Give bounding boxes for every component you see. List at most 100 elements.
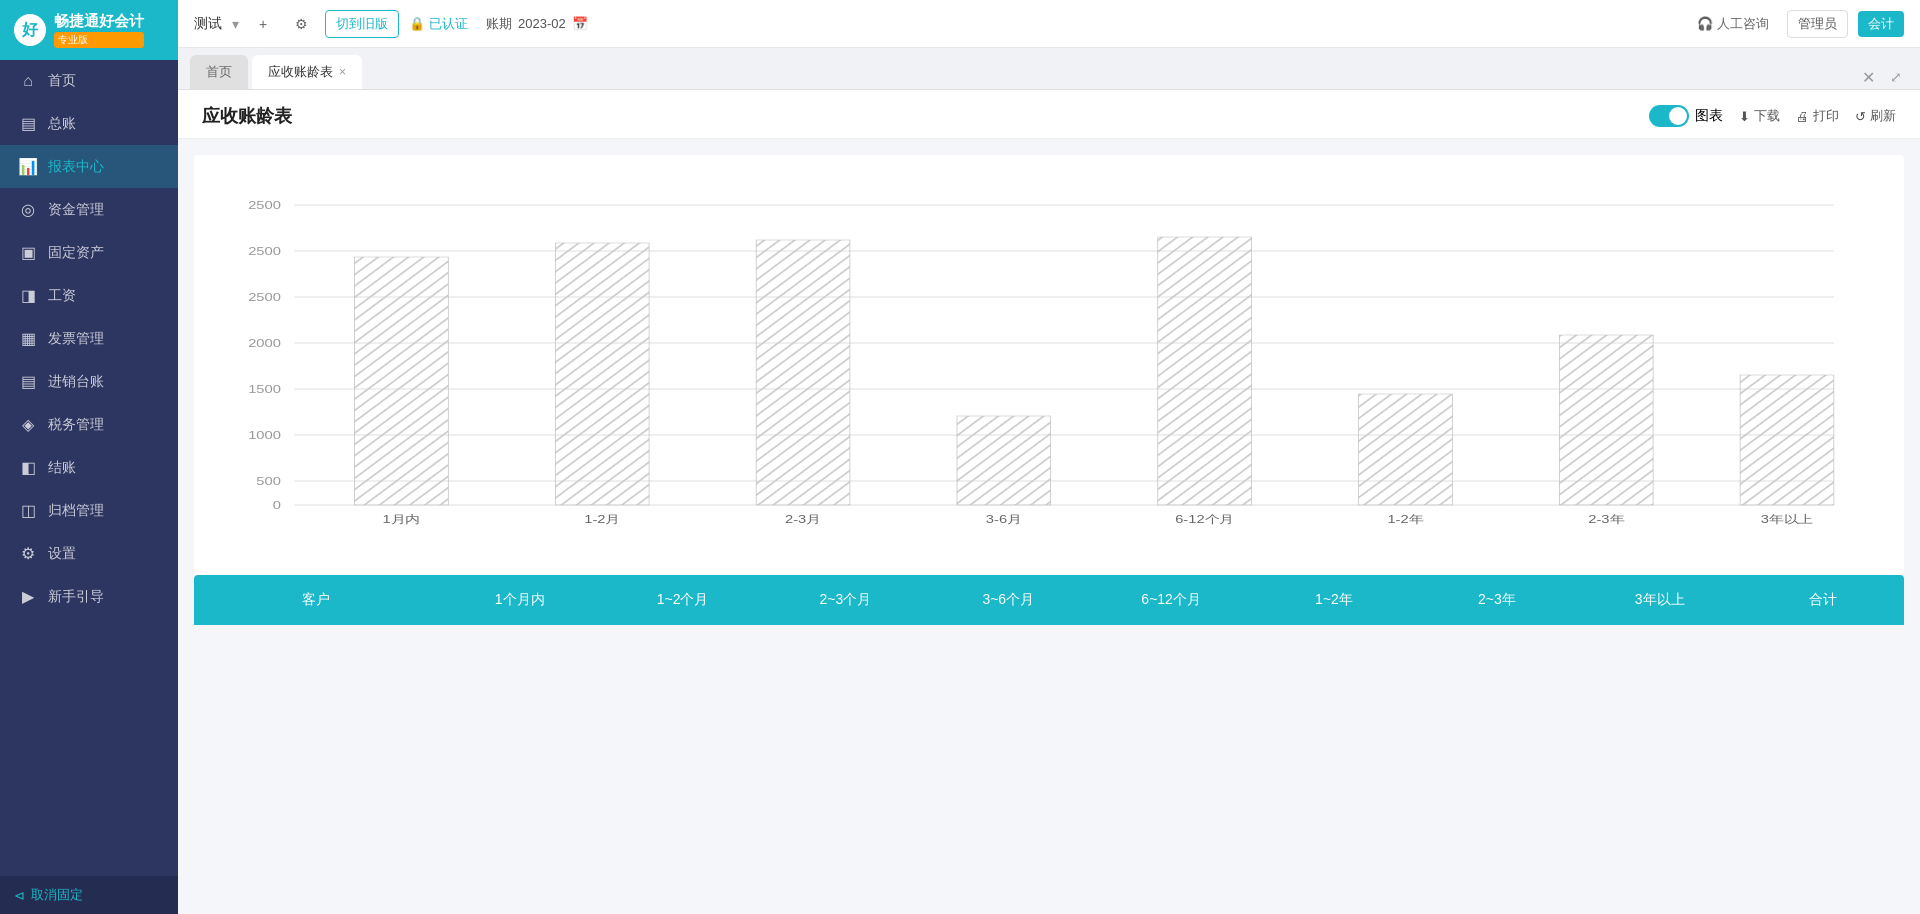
chart-toggle-label: 图表 bbox=[1695, 107, 1723, 125]
cert-label: 已认证 bbox=[429, 15, 468, 33]
user-button[interactable]: 管理员 bbox=[1787, 10, 1848, 38]
refresh-icon: ↺ bbox=[1855, 109, 1866, 124]
sidebar-item-home[interactable]: ⌂ 首页 bbox=[0, 60, 178, 102]
sidebar-nav: ⌂ 首页 ▤ 总账 📊 报表中心 ◎ 资金管理 ▣ 固定资产 ◨ 工资 ▦ 发票… bbox=[0, 60, 178, 876]
svg-text:1-2月: 1-2月 bbox=[584, 513, 620, 526]
tab-close-icon[interactable]: × bbox=[339, 65, 346, 79]
svg-text:2-3月: 2-3月 bbox=[785, 513, 821, 526]
col-1month: 1个月内 bbox=[438, 575, 601, 625]
add-button[interactable]: + bbox=[249, 10, 277, 38]
svg-text:2-3年: 2-3年 bbox=[1588, 513, 1624, 526]
col-customer: 客户 bbox=[194, 575, 438, 625]
toggle-knob bbox=[1669, 107, 1687, 125]
trade-icon: ▤ bbox=[18, 372, 38, 391]
bar-1-2年 bbox=[1359, 394, 1453, 505]
col-1-2year: 1~2年 bbox=[1253, 575, 1416, 625]
bar-3年以上 bbox=[1740, 375, 1834, 505]
payroll-icon: ◨ bbox=[18, 286, 38, 305]
tab-aging-label: 应收账龄表 bbox=[268, 63, 333, 81]
svg-text:3-6月: 3-6月 bbox=[986, 513, 1022, 526]
sidebar-item-archive[interactable]: ◫ 归档管理 bbox=[0, 489, 178, 532]
sidebar-item-guide[interactable]: ▶ 新手引导 bbox=[0, 575, 178, 618]
sidebar-item-tax[interactable]: ◈ 税务管理 bbox=[0, 403, 178, 446]
svg-text:500: 500 bbox=[256, 475, 281, 488]
chart-area: 2500 2500 2500 2000 1500 1000 500 0 bbox=[194, 155, 1904, 575]
refresh-label: 刷新 bbox=[1870, 107, 1896, 125]
sidebar-item-close[interactable]: ◧ 结账 bbox=[0, 446, 178, 489]
chart-toggle[interactable] bbox=[1649, 105, 1689, 127]
bar-6-12月 bbox=[1158, 237, 1252, 505]
svg-text:1000: 1000 bbox=[248, 429, 281, 442]
consult-button[interactable]: 🎧 人工咨询 bbox=[1697, 15, 1769, 33]
print-button[interactable]: 🖨 打印 bbox=[1796, 107, 1839, 125]
cert-badge: 🔒 已认证 bbox=[409, 15, 468, 33]
window-expand-button[interactable]: ⤢ bbox=[1884, 65, 1908, 89]
window-close-button[interactable]: ✕ bbox=[1856, 65, 1880, 89]
sidebar-item-funds[interactable]: ◎ 资金管理 bbox=[0, 188, 178, 231]
svg-text:3年以上: 3年以上 bbox=[1761, 513, 1813, 526]
print-label: 打印 bbox=[1813, 107, 1839, 125]
print-icon: 🖨 bbox=[1796, 109, 1809, 124]
tab-aging[interactable]: 应收账龄表 × bbox=[252, 55, 362, 89]
switch-version-button[interactable]: 切到旧版 bbox=[325, 10, 399, 38]
col-1-2month: 1~2个月 bbox=[601, 575, 764, 625]
topbar: 测试 ▾ + ⚙ 切到旧版 🔒 已认证 账期 2023-02 📅 🎧 人工咨询 … bbox=[178, 0, 1920, 48]
unpin-label: 取消固定 bbox=[31, 886, 83, 904]
bar-1-2月 bbox=[555, 243, 649, 505]
col-2-3year: 2~3年 bbox=[1415, 575, 1578, 625]
archive-icon: ◫ bbox=[18, 501, 38, 520]
sidebar-item-invoice[interactable]: ▦ 发票管理 bbox=[0, 317, 178, 360]
tax-icon: ◈ bbox=[18, 415, 38, 434]
svg-text:2500: 2500 bbox=[248, 199, 281, 212]
page-header: 应收账龄表 图表 ⬇ 下载 🖨 打印 ↺ 刷新 bbox=[178, 90, 1920, 139]
settings-icon: ⚙ bbox=[18, 544, 38, 563]
logo-name: 畅捷通好会计 bbox=[54, 12, 144, 30]
col-3year-plus: 3年以上 bbox=[1578, 575, 1741, 625]
sidebar-item-ledger[interactable]: ▤ 总账 bbox=[0, 102, 178, 145]
sidebar-item-assets[interactable]: ▣ 固定资产 bbox=[0, 231, 178, 274]
download-label: 下载 bbox=[1754, 107, 1780, 125]
sidebar-label-settings: 设置 bbox=[48, 545, 76, 563]
calendar-icon[interactable]: 📅 bbox=[572, 16, 588, 31]
bottom-padding bbox=[194, 625, 1904, 645]
invoice-icon: ▦ bbox=[18, 329, 38, 348]
col-2-3month: 2~3个月 bbox=[764, 575, 927, 625]
logo-text-block: 畅捷通好会计 专业版 bbox=[54, 12, 144, 48]
consult-label: 人工咨询 bbox=[1717, 15, 1769, 33]
consult-icon: 🎧 bbox=[1697, 16, 1713, 31]
tabbar: 首页 应收账龄表 × ✕ ⤢ bbox=[178, 48, 1920, 90]
main-area: 测试 ▾ + ⚙ 切到旧版 🔒 已认证 账期 2023-02 📅 🎧 人工咨询 … bbox=[178, 0, 1920, 914]
sidebar-logo: 好 畅捷通好会计 专业版 bbox=[0, 0, 178, 60]
logo-badge: 专业版 bbox=[54, 32, 144, 48]
download-icon: ⬇ bbox=[1739, 109, 1750, 124]
download-button[interactable]: ⬇ 下载 bbox=[1739, 107, 1780, 125]
reports-icon: 📊 bbox=[18, 157, 38, 176]
sidebar-label-payroll: 工资 bbox=[48, 287, 76, 305]
svg-text:1500: 1500 bbox=[248, 383, 281, 396]
col-3-6month: 3~6个月 bbox=[927, 575, 1090, 625]
company-dropdown-icon[interactable]: ▾ bbox=[232, 16, 239, 32]
topbar-settings-icon: ⚙ bbox=[295, 16, 308, 32]
tab-home[interactable]: 首页 bbox=[190, 55, 248, 89]
sidebar-item-settings[interactable]: ⚙ 设置 bbox=[0, 532, 178, 575]
cert-icon: 🔒 bbox=[409, 16, 425, 31]
sidebar-label-assets: 固定资产 bbox=[48, 244, 104, 262]
refresh-button[interactable]: ↺ 刷新 bbox=[1855, 107, 1896, 125]
add-icon: + bbox=[259, 16, 267, 32]
unpin-button[interactable]: ⊲ 取消固定 bbox=[0, 876, 178, 914]
sidebar-label-close: 结账 bbox=[48, 459, 76, 477]
sidebar-label-home: 首页 bbox=[48, 72, 76, 90]
sidebar: 好 畅捷通好会计 专业版 ⌂ 首页 ▤ 总账 📊 报表中心 ◎ 资金管理 ▣ 固… bbox=[0, 0, 178, 914]
sidebar-label-invoice: 发票管理 bbox=[48, 330, 104, 348]
table-header: 客户 1个月内 1~2个月 2~3个月 3~6个月 6~12个月 1~2年 2~… bbox=[194, 575, 1904, 625]
assets-icon: ▣ bbox=[18, 243, 38, 262]
role-button[interactable]: 会计 bbox=[1858, 11, 1904, 37]
page-actions: 图表 ⬇ 下载 🖨 打印 ↺ 刷新 bbox=[1649, 105, 1896, 127]
chart-toggle-group: 图表 bbox=[1649, 105, 1723, 127]
sidebar-item-reports[interactable]: 📊 报表中心 bbox=[0, 145, 178, 188]
svg-text:1-2年: 1-2年 bbox=[1387, 513, 1423, 526]
topbar-settings-button[interactable]: ⚙ bbox=[287, 10, 315, 38]
sidebar-item-trade[interactable]: ▤ 进销台账 bbox=[0, 360, 178, 403]
svg-text:6-12个月: 6-12个月 bbox=[1175, 513, 1234, 526]
sidebar-item-payroll[interactable]: ◨ 工资 bbox=[0, 274, 178, 317]
